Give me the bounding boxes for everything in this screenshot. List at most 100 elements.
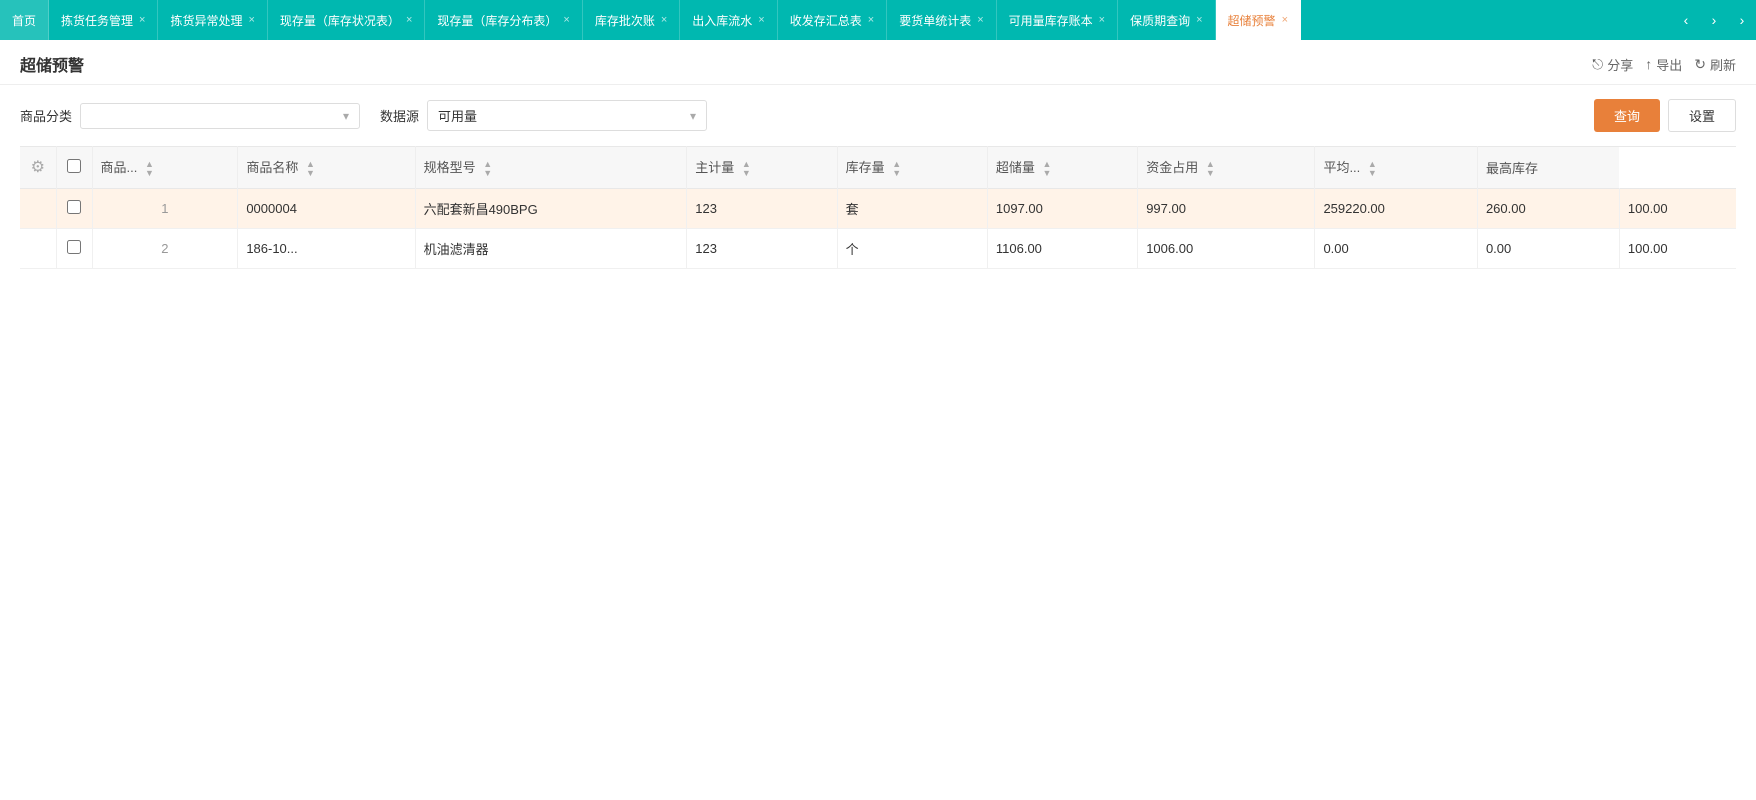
row-unit: 个 <box>837 228 987 268</box>
column-product-name[interactable]: 商品名称 ▲▼ <box>238 147 415 189</box>
page-container: 超储预警 ⎋ 分享 ↑ 导出 ↻ 刷新 商品分类 ▾ 数据源 <box>0 40 1756 800</box>
share-action[interactable]: ⎋ 分享 <box>1592 55 1633 74</box>
column-inventory[interactable]: 库存量 ▲▼ <box>837 147 987 189</box>
page-title: 超储预警 <box>20 52 84 76</box>
nav-available-account-label: 可用量库存账本 <box>1009 12 1093 29</box>
table-settings-icon[interactable]: ⚙ <box>31 159 45 176</box>
sort-product-name-icon[interactable]: ▲▼ <box>306 160 315 178</box>
nav-picking-exception-label: 拣货异常处理 <box>170 12 242 29</box>
sort-spec-icon[interactable]: ▲▼ <box>483 160 492 178</box>
column-max-stock[interactable]: 最高库存 <box>1477 147 1619 189</box>
column-overstock[interactable]: 超储量 ▲▼ <box>987 147 1137 189</box>
nav-overstock-alert-label: 超储预警 <box>1228 12 1276 29</box>
nav-more-button[interactable]: › <box>1728 0 1756 40</box>
sort-product-code-icon[interactable]: ▲▼ <box>145 160 154 178</box>
product-category-group: 商品分类 ▾ <box>20 103 360 129</box>
close-picking-task-icon[interactable]: × <box>139 14 145 26</box>
export-label: 导出 <box>1656 55 1682 74</box>
refresh-label: 刷新 <box>1710 55 1736 74</box>
nav-flow[interactable]: 出入库流水 × <box>680 0 777 40</box>
close-requisition-stats-icon[interactable]: × <box>977 14 983 26</box>
row-checkbox-cell[interactable] <box>56 188 92 228</box>
export-icon: ↑ <box>1645 56 1652 72</box>
close-overstock-alert-icon[interactable]: × <box>1282 14 1288 26</box>
sort-capital-icon[interactable]: ▲▼ <box>1206 160 1215 178</box>
table-wrapper: ⚙ 商品... ▲▼ 商品名称 ▲▼ 规格型号 ▲▼ <box>0 146 1756 269</box>
column-checkbox-all[interactable] <box>56 147 92 189</box>
nav-home-label: 首页 <box>12 12 36 29</box>
sort-overstock-icon[interactable]: ▲▼ <box>1043 160 1052 178</box>
nav-batch-account[interactable]: 库存批次账 × <box>583 0 680 40</box>
export-action[interactable]: ↑ 导出 <box>1645 55 1682 74</box>
product-category-label: 商品分类 <box>20 106 72 125</box>
column-spec[interactable]: 规格型号 ▲▼ <box>415 147 687 189</box>
table-row: 2 186-10... 机油滤清器 123 个 1106.00 1006.00 … <box>20 228 1736 268</box>
share-label: 分享 <box>1607 55 1633 74</box>
filter-area: 商品分类 ▾ 数据源 可用量 ▾ 查询 设置 <box>0 85 1756 146</box>
data-source-select[interactable]: 可用量 ▾ <box>427 100 707 131</box>
row-max-stock: 100.00 <box>1619 188 1736 228</box>
table-row: 1 0000004 六配套新昌490BPG 123 套 1097.00 997.… <box>20 188 1736 228</box>
close-available-account-icon[interactable]: × <box>1099 14 1105 26</box>
nav-requisition-stats[interactable]: 要货单统计表 × <box>887 0 996 40</box>
row-product-name: 机油滤清器 <box>415 228 687 268</box>
nav-summary-label: 收发存汇总表 <box>790 12 862 29</box>
close-flow-icon[interactable]: × <box>758 14 764 26</box>
nav-shelf-life[interactable]: 保质期查询 × <box>1118 0 1215 40</box>
top-navigation: 首页 拣货任务管理 × 拣货异常处理 × 现存量（库存状况表） × 现存量（库存… <box>0 0 1756 40</box>
nav-picking-task[interactable]: 拣货任务管理 × <box>49 0 158 40</box>
row-checkbox-cell[interactable] <box>56 228 92 268</box>
data-source-arrow-icon: ▾ <box>690 109 696 123</box>
filter-actions: 查询 设置 <box>1594 99 1736 132</box>
row-product-name: 六配套新昌490BPG <box>415 188 687 228</box>
row-overstock: 997.00 <box>1138 188 1315 228</box>
nav-home[interactable]: 首页 <box>0 0 49 40</box>
product-category-arrow-icon: ▾ <box>343 109 349 123</box>
column-settings[interactable]: ⚙ <box>20 147 56 189</box>
product-category-select[interactable]: ▾ <box>80 103 360 129</box>
header-actions: ⎋ 分享 ↑ 导出 ↻ 刷新 <box>1592 55 1736 74</box>
column-product-code[interactable]: 商品... ▲▼ <box>92 147 238 189</box>
nav-inventory-dist-label: 现存量（库存分布表） <box>437 12 557 29</box>
row-checkbox-0[interactable] <box>67 200 81 214</box>
nav-overstock-alert[interactable]: 超储预警 × <box>1216 0 1301 40</box>
sort-inventory-icon[interactable]: ▲▼ <box>892 160 901 178</box>
nav-shelf-life-label: 保质期查询 <box>1130 12 1190 29</box>
column-capital[interactable]: 资金占用 ▲▼ <box>1138 147 1315 189</box>
nav-summary[interactable]: 收发存汇总表 × <box>778 0 887 40</box>
close-picking-exception-icon[interactable]: × <box>248 14 254 26</box>
data-source-label: 数据源 <box>380 106 419 125</box>
nav-available-account[interactable]: 可用量库存账本 × <box>997 0 1118 40</box>
close-inventory-status-icon[interactable]: × <box>406 14 412 26</box>
row-settings-cell <box>20 228 56 268</box>
refresh-action[interactable]: ↻ 刷新 <box>1694 55 1736 74</box>
close-summary-icon[interactable]: × <box>868 14 874 26</box>
nav-requisition-stats-label: 要货单统计表 <box>899 12 971 29</box>
sort-unit-icon[interactable]: ▲▼ <box>742 160 751 178</box>
row-number: 1 <box>92 188 238 228</box>
nav-prev-button[interactable]: ‹ <box>1672 0 1700 40</box>
column-avg[interactable]: 平均... ▲▼ <box>1315 147 1478 189</box>
nav-inventory-status[interactable]: 现存量（库存状况表） × <box>268 0 425 40</box>
row-settings-cell <box>20 188 56 228</box>
nav-arrow-group: ‹ › › <box>1672 0 1756 40</box>
query-button[interactable]: 查询 <box>1594 99 1660 132</box>
column-unit[interactable]: 主计量 ▲▼ <box>687 147 837 189</box>
nav-batch-account-label: 库存批次账 <box>595 12 655 29</box>
row-number: 2 <box>92 228 238 268</box>
settings-button[interactable]: 设置 <box>1668 99 1736 132</box>
data-source-group: 数据源 可用量 ▾ <box>380 100 707 131</box>
close-shelf-life-icon[interactable]: × <box>1196 14 1202 26</box>
close-inventory-dist-icon[interactable]: × <box>563 14 569 26</box>
close-batch-account-icon[interactable]: × <box>661 14 667 26</box>
select-all-checkbox[interactable] <box>67 159 81 173</box>
table-body: 1 0000004 六配套新昌490BPG 123 套 1097.00 997.… <box>20 188 1736 268</box>
nav-inventory-dist[interactable]: 现存量（库存分布表） × <box>425 0 582 40</box>
row-checkbox-1[interactable] <box>67 240 81 254</box>
row-unit: 套 <box>837 188 987 228</box>
row-capital: 0.00 <box>1315 228 1478 268</box>
row-spec: 123 <box>687 228 837 268</box>
nav-picking-exception[interactable]: 拣货异常处理 × <box>158 0 267 40</box>
nav-next-button[interactable]: › <box>1700 0 1728 40</box>
sort-avg-icon[interactable]: ▲▼ <box>1368 160 1377 178</box>
